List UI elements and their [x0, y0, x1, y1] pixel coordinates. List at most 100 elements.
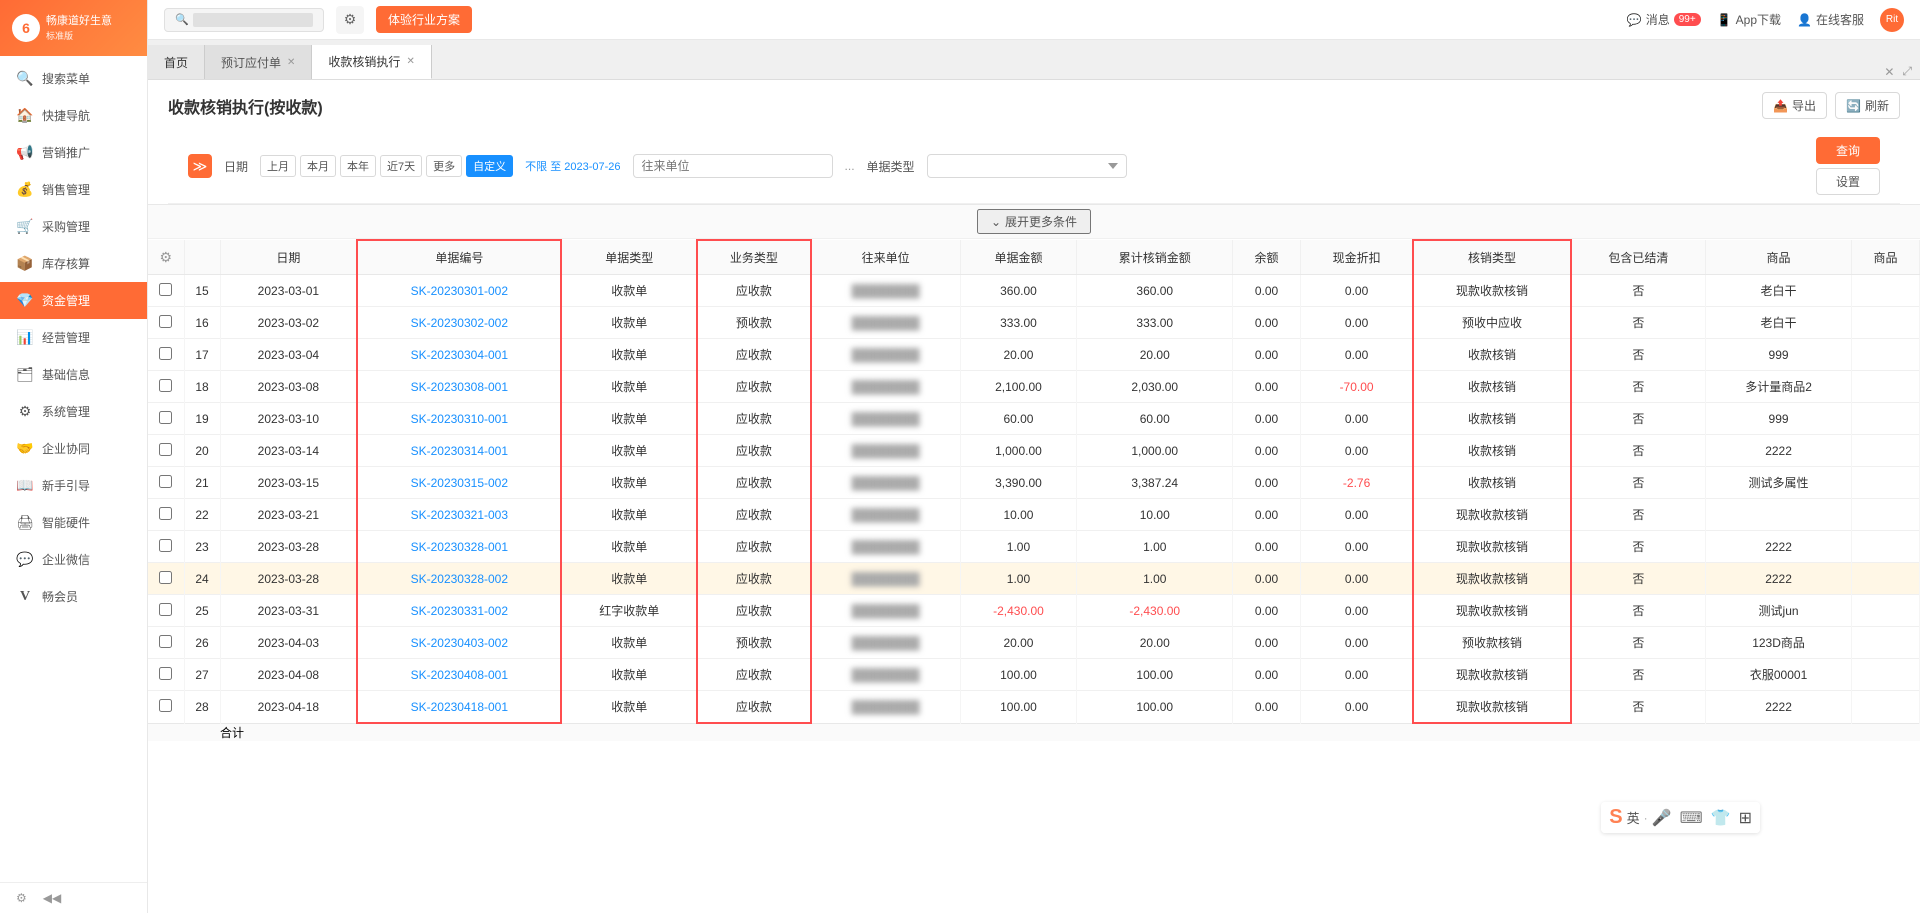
- cell-date: 2023-04-18: [220, 691, 357, 724]
- counterparty-input[interactable]: [633, 154, 833, 178]
- sidebar-item-finance[interactable]: 💎 资金管理: [0, 282, 147, 319]
- cell-checkbox[interactable]: [148, 467, 184, 499]
- filter-toggle-button[interactable]: ≫: [188, 154, 212, 178]
- doc-no-link[interactable]: SK-20230315-002: [411, 476, 508, 490]
- cell-counterparty: ████████: [811, 339, 960, 371]
- sidebar-item-sales[interactable]: 💰 销售管理: [0, 171, 147, 208]
- cell-checkbox[interactable]: [148, 307, 184, 339]
- messages-button[interactable]: 💬 消息 99+: [1627, 11, 1701, 28]
- cell-checkbox[interactable]: [148, 435, 184, 467]
- app-download-button[interactable]: 📱 App下载: [1717, 11, 1781, 28]
- cell-discount: 0.00: [1300, 403, 1413, 435]
- date-range-display: 不限 至 2023-07-26: [525, 158, 620, 174]
- doc-no-link[interactable]: SK-20230308-001: [411, 380, 508, 394]
- cell-balance: 0.00: [1233, 659, 1301, 691]
- expand-tab-icon[interactable]: ⤢: [1902, 64, 1912, 79]
- sidebar-item-system[interactable]: ⚙ 系统管理: [0, 393, 147, 430]
- cell-checkbox[interactable]: [148, 659, 184, 691]
- doc-no-link[interactable]: SK-20230328-002: [411, 572, 508, 586]
- query-button[interactable]: 查询: [1816, 137, 1880, 164]
- doc-no-link[interactable]: SK-20230310-001: [411, 412, 508, 426]
- close-tab-icon[interactable]: ✕: [1884, 65, 1894, 79]
- shirt-icon[interactable]: 👕: [1711, 808, 1731, 828]
- main-content: 🔍 ⚙ 体验行业方案 💬 消息 99+ 📱 App下载 👤 在线客服 Rit: [148, 0, 1920, 913]
- doc-no-link[interactable]: SK-20230302-002: [411, 316, 508, 330]
- refresh-button[interactable]: 🔄 刷新: [1835, 92, 1900, 119]
- sidebar-item-inventory[interactable]: 📦 库存核算: [0, 245, 147, 282]
- sidebar-item-quick[interactable]: 🏠 快捷导航: [0, 97, 147, 134]
- doc-no-link[interactable]: SK-20230321-003: [411, 508, 508, 522]
- tab-home[interactable]: 首页: [148, 45, 205, 79]
- cell-balance: 0.00: [1233, 307, 1301, 339]
- industry-solution-button[interactable]: 体验行业方案: [376, 6, 472, 33]
- sidebar-item-marketing[interactable]: 📢 营销推广: [0, 134, 147, 171]
- doc-no-link[interactable]: SK-20230418-001: [411, 700, 508, 714]
- export-button[interactable]: 📤 导出: [1762, 92, 1827, 119]
- column-settings-icon[interactable]: ⚙: [159, 249, 172, 265]
- cell-checkbox[interactable]: [148, 627, 184, 659]
- doc-no-link[interactable]: SK-20230304-001: [411, 348, 508, 362]
- sidebar-item-wechat[interactable]: 💬 企业微信: [0, 541, 147, 578]
- cell-checkbox[interactable]: [148, 563, 184, 595]
- col-settings[interactable]: ⚙: [148, 240, 184, 275]
- sidebar-item-enterprise[interactable]: 🤝 企业协同: [0, 430, 147, 467]
- sidebar-item-basic[interactable]: 🗂 基础信息: [0, 356, 147, 393]
- collapse-icon[interactable]: ◀◀: [43, 891, 61, 905]
- grid-icon[interactable]: ⊞: [1739, 808, 1752, 828]
- online-service-button[interactable]: 👤 在线客服: [1797, 11, 1864, 28]
- cell-checkbox[interactable]: [148, 691, 184, 724]
- table-row: 25 2023-03-31 SK-20230331-002 红字收款单 应收款 …: [148, 595, 1920, 627]
- sidebar-item-hardware[interactable]: 🖨 智能硬件: [0, 504, 147, 541]
- tab-payable[interactable]: 预订应付单 ✕: [205, 45, 312, 79]
- cell-checkbox[interactable]: [148, 531, 184, 563]
- sidebar-item-operations[interactable]: 📊 经营管理: [0, 319, 147, 356]
- doc-no-link[interactable]: SK-20230403-002: [411, 636, 508, 650]
- cell-doc-type: 收款单: [561, 691, 697, 724]
- cell-discount: 0.00: [1300, 531, 1413, 563]
- cell-goods: 老白干: [1706, 275, 1852, 307]
- cell-checkbox[interactable]: [148, 595, 184, 627]
- table-row: 21 2023-03-15 SK-20230315-002 收款单 应收款 ██…: [148, 467, 1920, 499]
- settings-button[interactable]: 设置: [1816, 168, 1880, 195]
- this-month-button[interactable]: 本月: [300, 155, 336, 177]
- topbar-right: 💬 消息 99+ 📱 App下载 👤 在线客服 Rit: [1627, 8, 1904, 32]
- this-year-button[interactable]: 本年: [340, 155, 376, 177]
- cell-checkbox[interactable]: [148, 339, 184, 371]
- settings-bottom-icon[interactable]: ⚙: [16, 891, 27, 905]
- keyboard-icon[interactable]: ⌨: [1680, 808, 1703, 828]
- receipt-type-select[interactable]: [927, 154, 1127, 178]
- sidebar-item-label: 系统管理: [42, 403, 90, 420]
- sidebar-item-guide[interactable]: 📖 新手引导: [0, 467, 147, 504]
- doc-no-link[interactable]: SK-20230328-001: [411, 540, 508, 554]
- cell-write-off-type: 预收款核销: [1413, 627, 1571, 659]
- more-date-button[interactable]: 更多: [426, 155, 462, 177]
- cell-date: 2023-03-01: [220, 275, 357, 307]
- sidebar-item-member[interactable]: V 畅会员: [0, 578, 147, 615]
- cell-checkbox[interactable]: [148, 275, 184, 307]
- cell-checkbox[interactable]: [148, 499, 184, 531]
- sidebar-item-purchase[interactable]: 🛒 采购管理: [0, 208, 147, 245]
- tab-payable-close[interactable]: ✕: [287, 57, 295, 68]
- tab-receipt-close[interactable]: ✕: [406, 56, 414, 67]
- doc-no-link[interactable]: SK-20230408-001: [411, 668, 508, 682]
- tab-receipt[interactable]: 收款核销执行 ✕: [312, 45, 431, 79]
- last-month-button[interactable]: 上月: [260, 155, 296, 177]
- expand-more-button[interactable]: ⌄ 展开更多条件: [977, 209, 1091, 234]
- doc-no-link[interactable]: SK-20230314-001: [411, 444, 508, 458]
- col-write-off-type: 核销类型: [1413, 240, 1571, 275]
- custom-date-button[interactable]: 自定义: [466, 155, 513, 177]
- app-icon: 📱: [1717, 13, 1732, 27]
- sidebar-item-search[interactable]: 🔍 搜索菜单: [0, 60, 147, 97]
- cell-include-settled: 否: [1571, 275, 1706, 307]
- settings-icon[interactable]: ⚙: [336, 6, 364, 34]
- doc-no-link[interactable]: SK-20230331-002: [411, 604, 508, 618]
- cell-rownum: 26: [184, 627, 220, 659]
- cell-checkbox[interactable]: [148, 371, 184, 403]
- cell-include-settled: 否: [1571, 467, 1706, 499]
- last-7days-button[interactable]: 近7天: [380, 155, 422, 177]
- user-avatar[interactable]: Rit: [1880, 8, 1904, 32]
- cell-goods: [1706, 499, 1852, 531]
- cell-checkbox[interactable]: [148, 403, 184, 435]
- mic-icon[interactable]: 🎤: [1652, 808, 1672, 828]
- doc-no-link[interactable]: SK-20230301-002: [411, 284, 508, 298]
